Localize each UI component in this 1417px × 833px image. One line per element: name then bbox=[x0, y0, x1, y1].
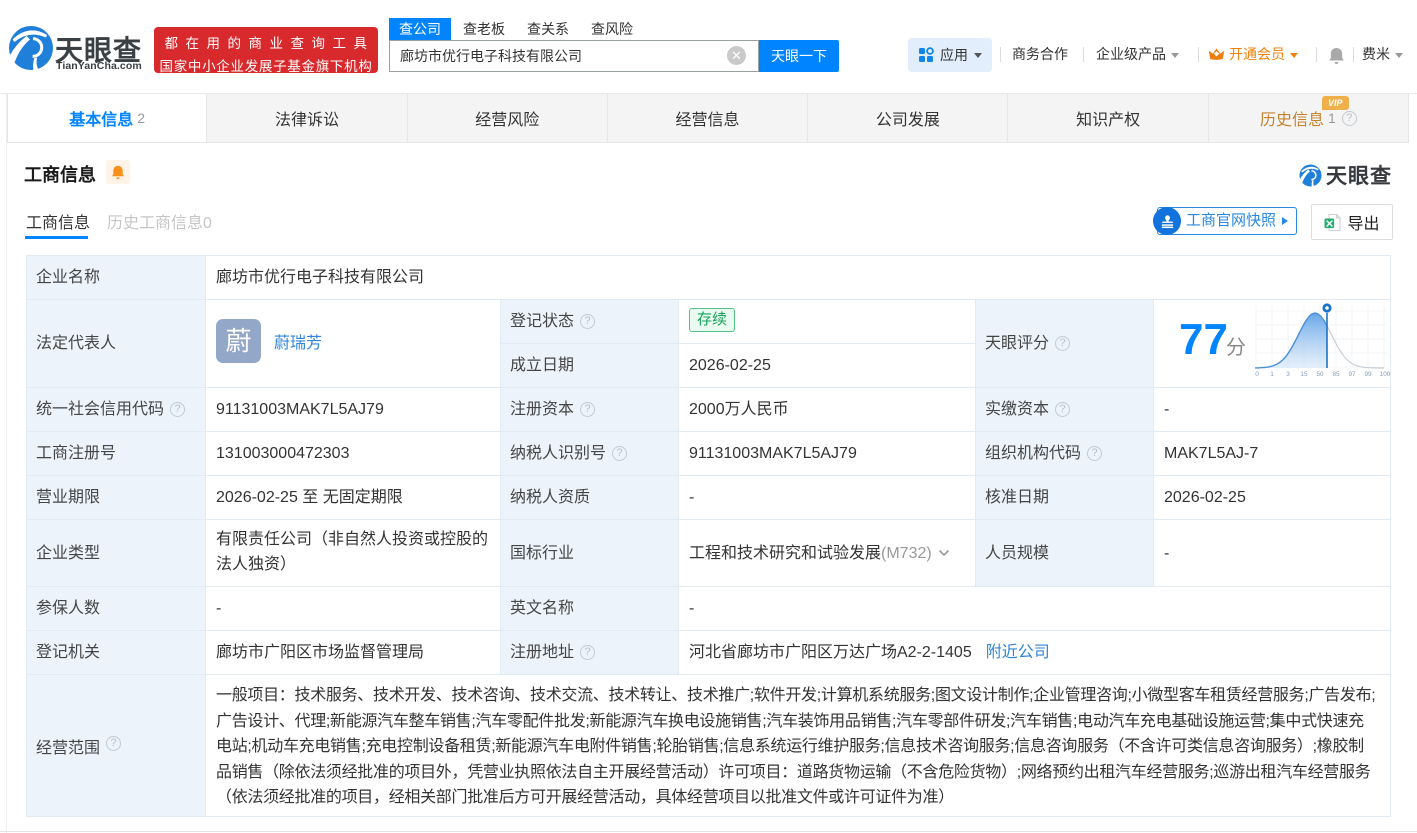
svg-text:3: 3 bbox=[1286, 371, 1290, 378]
svg-text:99: 99 bbox=[1364, 371, 1372, 378]
svg-text:0: 0 bbox=[1255, 371, 1259, 378]
svg-text:100: 100 bbox=[1380, 371, 1391, 378]
svg-text:50: 50 bbox=[1316, 371, 1324, 378]
svg-text:85: 85 bbox=[1332, 371, 1340, 378]
svg-text:97: 97 bbox=[1348, 371, 1356, 378]
svg-text:1: 1 bbox=[1270, 371, 1274, 378]
svg-text:15: 15 bbox=[1300, 371, 1308, 378]
